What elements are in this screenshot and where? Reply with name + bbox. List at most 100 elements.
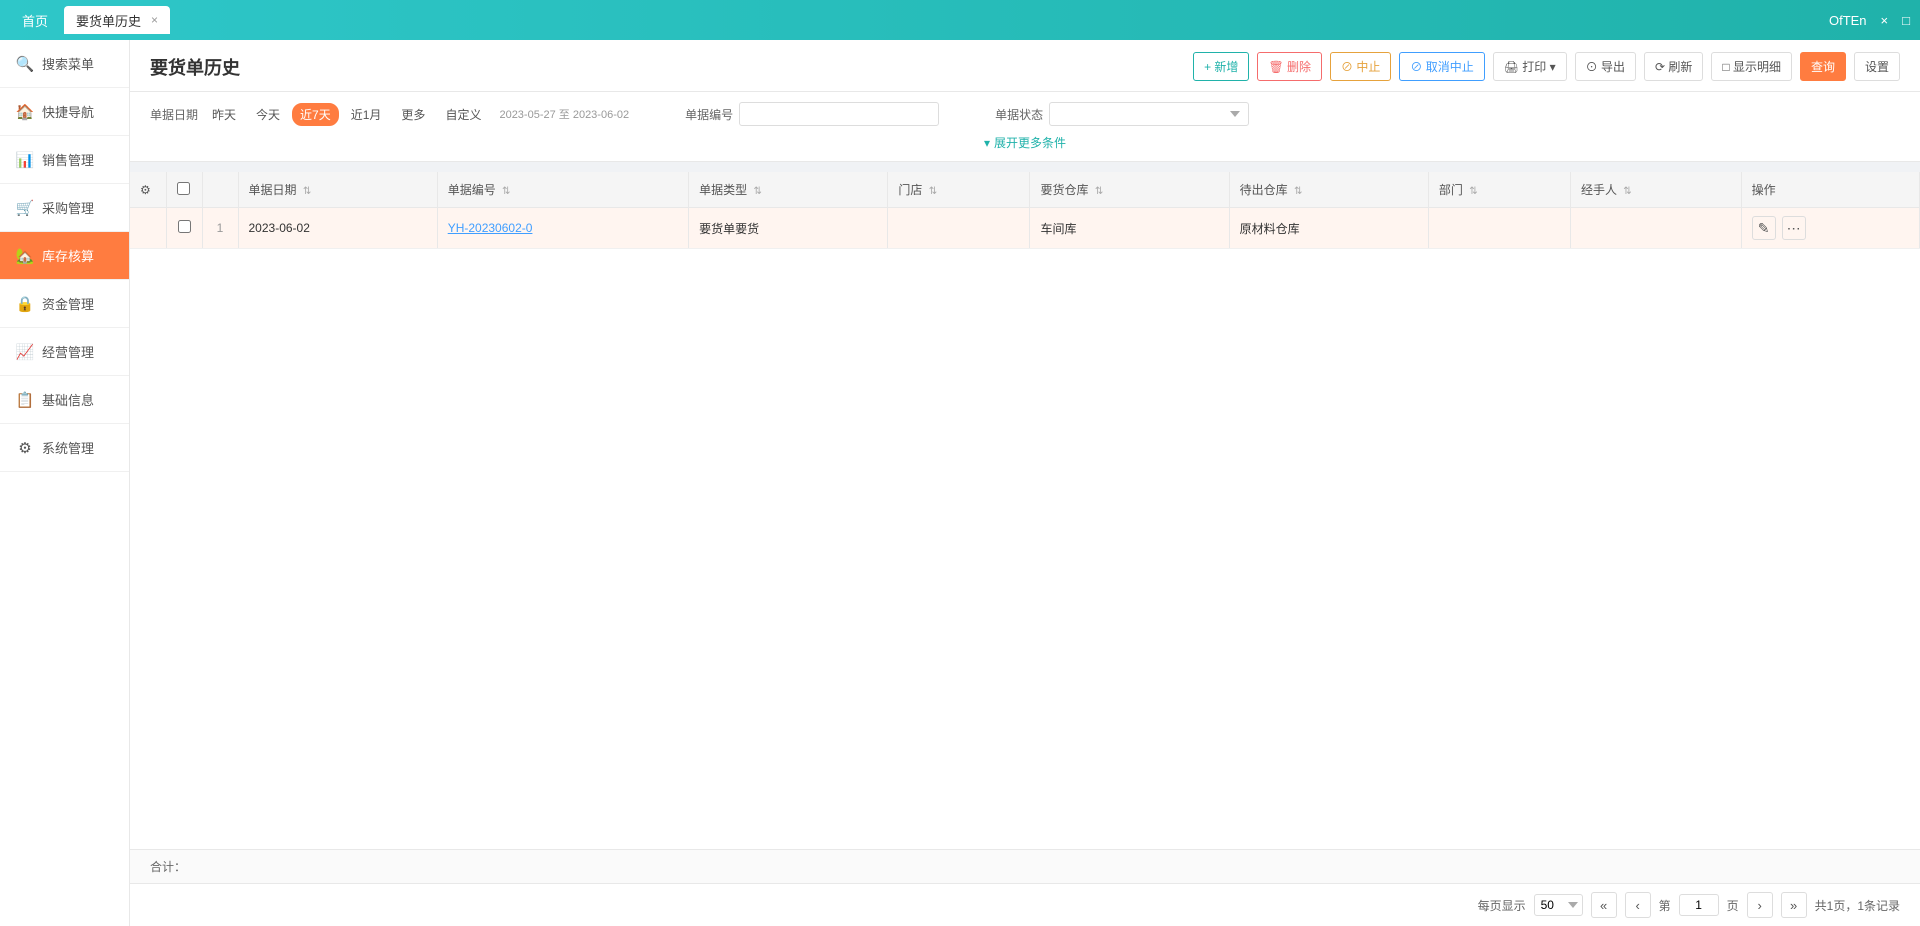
btn-display[interactable]: □ 显示明细	[1711, 52, 1792, 81]
tab-home[interactable]: 首页	[10, 6, 60, 34]
page-prev-btn[interactable]: ‹	[1625, 892, 1651, 918]
btn-stop[interactable]: ⊘ 中止	[1330, 52, 1391, 81]
th-pending-warehouse-sort-icon: ⇅	[1294, 186, 1302, 197]
btn-export[interactable]: ⊙ 导出	[1575, 52, 1636, 81]
status-filter-label: 单据状态	[995, 106, 1043, 123]
row-settings-cell	[130, 208, 166, 249]
row-checkbox-cell	[166, 208, 202, 249]
filter-order-no-item: 单据编号	[685, 102, 939, 126]
date-btn-yesterday[interactable]: 昨天	[204, 103, 244, 126]
page-input[interactable]: 1	[1679, 894, 1719, 916]
row-handler-cell	[1570, 208, 1741, 249]
window-maximize-icon[interactable]: □	[1902, 13, 1910, 28]
btn-cancel-stop[interactable]: ⊘ 取消中止	[1399, 52, 1484, 81]
date-btn-more[interactable]: 更多	[393, 103, 433, 126]
table-footer: 合计：	[130, 849, 1920, 883]
th-pending-warehouse[interactable]: 待出仓库 ⇅	[1229, 172, 1428, 208]
sidebar-item-search-menu[interactable]: 🔍 搜索菜单	[0, 40, 129, 88]
sidebar-finance-mgmt-label: 资金管理	[42, 294, 94, 313]
row-pending-warehouse-cell: 原材料仓库	[1229, 208, 1428, 249]
system-mgmt-icon: ⚙	[16, 439, 34, 457]
date-btn-custom[interactable]: 自定义	[437, 103, 489, 126]
row-date-cell: 2023-06-02	[238, 208, 437, 249]
sidebar-item-operation-mgmt[interactable]: 📈 经营管理	[0, 328, 129, 376]
row-order-no-link[interactable]: YH-20230602-0	[448, 221, 533, 235]
total-info: 共1页，1条记录	[1815, 897, 1900, 914]
th-req-warehouse[interactable]: 要货仓库 ⇅	[1030, 172, 1229, 208]
sidebar-item-system-mgmt[interactable]: ⚙ 系统管理	[0, 424, 129, 472]
filter-row-main: 单据日期 昨天 今天 近7天 近1月 更多 自定义 2023-05-27 至 2…	[150, 102, 1900, 126]
header-checkbox[interactable]	[177, 182, 190, 195]
quick-nav-icon: 🏠	[16, 103, 34, 121]
basic-info-icon: 📋	[16, 391, 34, 409]
search-menu-icon: 🔍	[16, 55, 34, 73]
th-index	[202, 172, 238, 208]
btn-delete[interactable]: 🗑 删除	[1257, 52, 1322, 81]
content-area: 要货单历史 + 新增 🗑 删除 ⊘ 中止 ⊘ 取消中止 🖨 打印 ▾ ⊙ 导出 …	[130, 40, 1920, 926]
sidebar-basic-info-label: 基础信息	[42, 390, 94, 409]
top-bar: 首页 要货单历史 × OfTEn × □	[0, 0, 1920, 40]
btn-new[interactable]: + 新增	[1193, 52, 1249, 81]
page-last-btn[interactable]: »	[1781, 892, 1807, 918]
th-handler-label: 经手人	[1581, 183, 1617, 197]
sidebar-item-sales-mgmt[interactable]: 📊 销售管理	[0, 136, 129, 184]
row-req-warehouse-cell: 车间库	[1030, 208, 1229, 249]
page-header: 要货单历史 + 新增 🗑 删除 ⊘ 中止 ⊘ 取消中止 🖨 打印 ▾ ⊙ 导出 …	[130, 40, 1920, 92]
row-store-cell	[888, 208, 1030, 249]
filter-date-item: 单据日期 昨天 今天 近7天 近1月 更多 自定义 2023-05-27 至 2…	[150, 103, 629, 126]
pagination-bar: 每页显示 20 50 100 « ‹ 第 1 页 › » 共1页，1条记录	[130, 883, 1920, 926]
row-checkbox[interactable]	[178, 220, 191, 233]
th-date-sort-icon: ⇅	[303, 186, 311, 197]
row-actions-cell: ✎ ⋯	[1741, 208, 1919, 249]
th-order-type[interactable]: 单据类型 ⇅	[689, 172, 888, 208]
sidebar-operation-mgmt-label: 经营管理	[42, 342, 94, 361]
btn-query[interactable]: 查询	[1800, 52, 1846, 81]
row-actions-group: ✎ ⋯	[1752, 216, 1909, 240]
btn-settings[interactable]: 设置	[1854, 52, 1900, 81]
row-action-more-btn[interactable]: ⋯	[1782, 216, 1806, 240]
th-date-label: 单据日期	[249, 183, 297, 197]
th-store[interactable]: 门店 ⇅	[888, 172, 1030, 208]
filter-bar: 单据日期 昨天 今天 近7天 近1月 更多 自定义 2023-05-27 至 2…	[130, 92, 1920, 162]
btn-print[interactable]: 🖨 打印 ▾	[1493, 52, 1567, 81]
sidebar-item-basic-info[interactable]: 📋 基础信息	[0, 376, 129, 424]
page-next-btn[interactable]: ›	[1747, 892, 1773, 918]
th-req-warehouse-label: 要货仓库	[1040, 183, 1088, 197]
date-btn-today[interactable]: 今天	[248, 103, 288, 126]
expand-more-icon: ▾	[984, 136, 990, 150]
btn-refresh[interactable]: ⟳ 刷新	[1644, 52, 1703, 81]
purchase-mgmt-icon: 🛒	[16, 199, 34, 217]
date-btn-last7days[interactable]: 近7天	[292, 103, 339, 126]
tab-home-label: 首页	[22, 11, 48, 30]
window-close-icon[interactable]: ×	[1881, 13, 1889, 28]
top-bar-right: OfTEn × □	[1829, 13, 1910, 28]
date-btn-last1month[interactable]: 近1月	[343, 103, 390, 126]
th-settings[interactable]: ⚙	[130, 172, 166, 208]
th-order-no[interactable]: 单据编号 ⇅	[437, 172, 688, 208]
page-first-btn[interactable]: «	[1591, 892, 1617, 918]
sidebar-item-finance-mgmt[interactable]: 🔒 资金管理	[0, 280, 129, 328]
th-order-type-label: 单据类型	[699, 183, 747, 197]
th-checkbox	[166, 172, 202, 208]
page-title: 要货单历史	[150, 54, 240, 80]
order-no-input[interactable]	[739, 102, 939, 126]
status-select[interactable]	[1049, 102, 1249, 126]
inventory-accounting-icon: 🏡	[16, 247, 34, 265]
tab-requisition-history[interactable]: 要货单历史 ×	[64, 6, 170, 34]
often-label[interactable]: OfTEn	[1829, 13, 1867, 28]
row-action-edit-btn[interactable]: ✎	[1752, 216, 1776, 240]
row-index-cell: 1	[202, 208, 238, 249]
th-date[interactable]: 单据日期 ⇅	[238, 172, 437, 208]
th-handler[interactable]: 经手人 ⇅	[1570, 172, 1741, 208]
sidebar-item-inventory-accounting[interactable]: 🏡 库存核算	[0, 232, 129, 280]
sidebar-item-quick-nav[interactable]: 🏠 快捷导航	[0, 88, 129, 136]
th-dept[interactable]: 部门 ⇅	[1428, 172, 1570, 208]
page-label: 第	[1659, 897, 1671, 914]
sidebar-item-purchase-mgmt[interactable]: 🛒 采购管理	[0, 184, 129, 232]
date-range-display: 2023-05-27 至 2023-06-02	[499, 106, 629, 122]
sidebar-search-menu-label: 搜索菜单	[42, 54, 94, 73]
tab-close-icon[interactable]: ×	[151, 13, 158, 27]
page-size-select[interactable]: 20 50 100	[1534, 894, 1583, 916]
th-handler-sort-icon: ⇅	[1623, 186, 1631, 197]
expand-more-btn[interactable]: ▾ 展开更多条件	[150, 134, 1900, 151]
